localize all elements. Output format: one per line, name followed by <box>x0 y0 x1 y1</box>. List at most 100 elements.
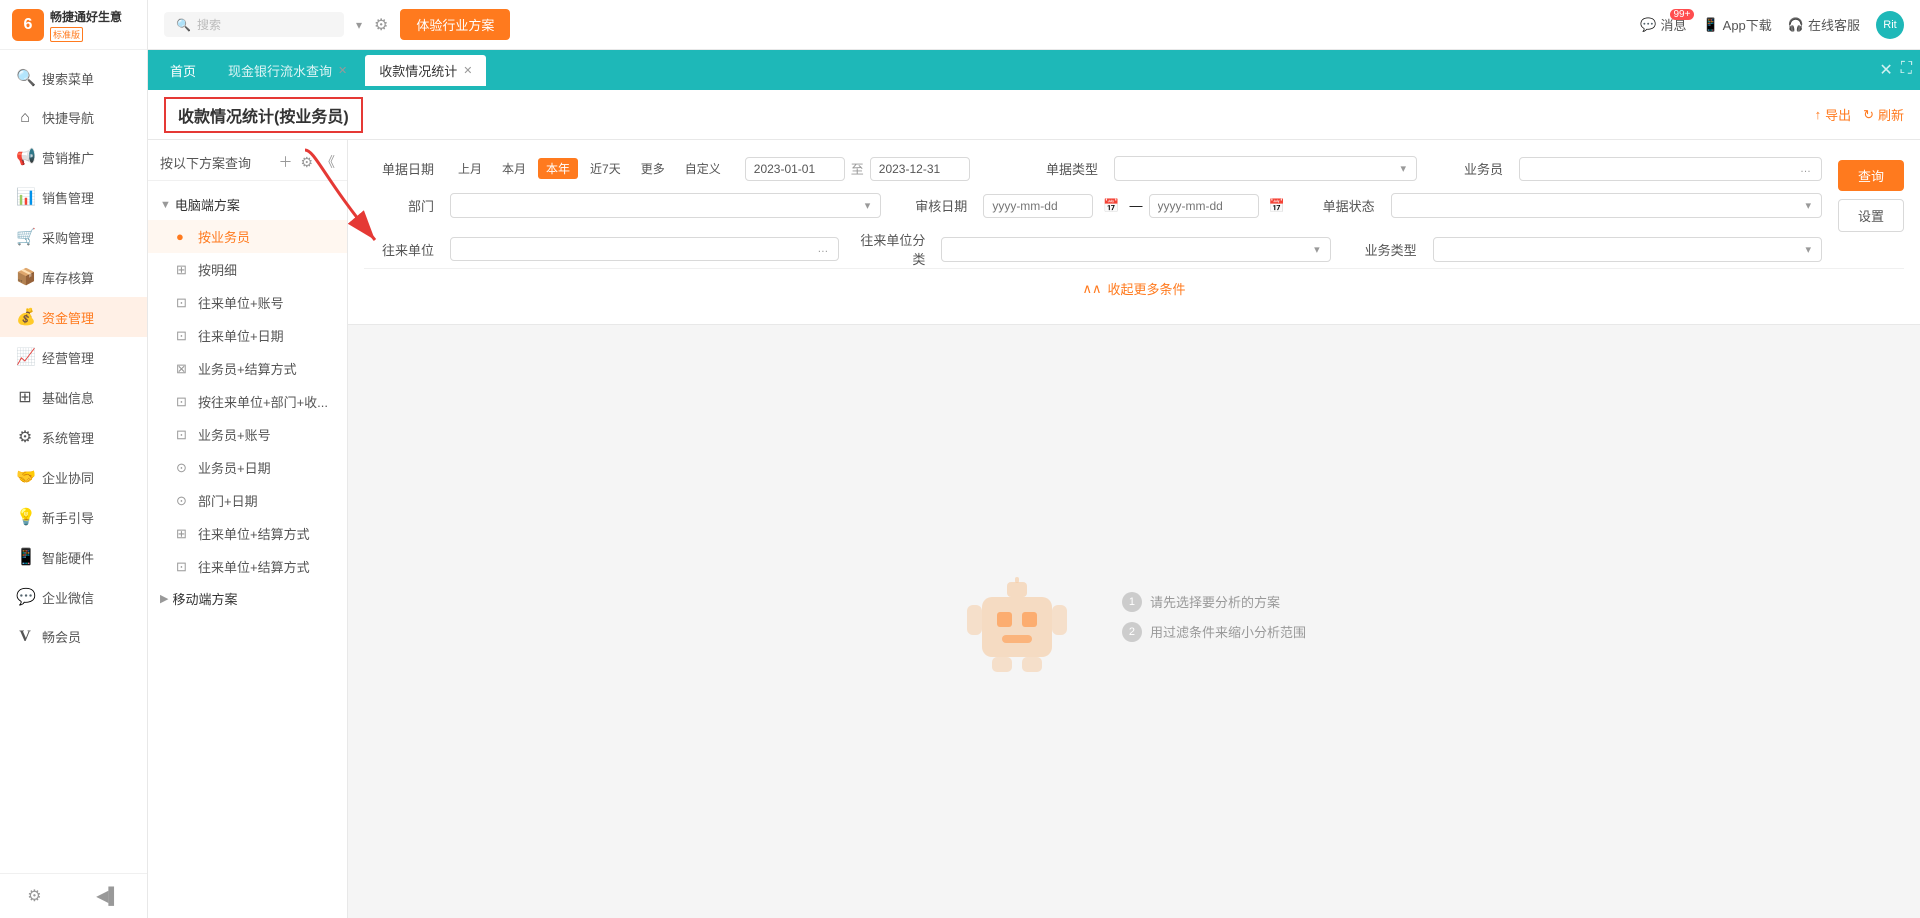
scheme-counterpart-dept[interactable]: ⊡ 按往来单位+部门+收... <box>148 385 347 418</box>
settings-button[interactable]: 设置 <box>1838 199 1904 232</box>
tab-home[interactable]: 首页 <box>156 55 210 86</box>
topbar-search[interactable]: 🔍 搜索 <box>164 12 344 37</box>
search-topbar-icon: 🔍 <box>176 18 191 32</box>
page-title: 收款情况统计(按业务员) <box>164 97 363 133</box>
date-from-input[interactable] <box>745 157 845 181</box>
tab-receipt-label: 收款情况统计 <box>379 61 457 80</box>
dept-chevron-icon: ▾ <box>865 199 871 212</box>
logo-name: 畅捷通好生意 <box>50 8 122 25</box>
collapse-label: 收起更多条件 <box>1108 279 1186 298</box>
sidebar-item-label: 资金管理 <box>42 308 94 327</box>
doc-status-label: 单据状态 <box>1305 196 1375 215</box>
collapse-panel-icon[interactable]: 《 <box>321 152 335 172</box>
dept-select[interactable]: ▾ <box>450 193 881 218</box>
tab-receipt[interactable]: 收款情况统计 ✕ <box>365 55 486 86</box>
scheme-by-salesperson[interactable]: ● 按业务员 <box>148 220 347 253</box>
export-icon: ↑ <box>1815 107 1822 122</box>
scheme-salesperson-date[interactable]: ⊙ 业务员+日期 <box>148 451 347 484</box>
sidebar-item-wechat[interactable]: 💬 企业微信 <box>0 577 147 617</box>
scheme-counterpart-account[interactable]: ⊡ 往来单位+账号 <box>148 286 347 319</box>
mobile-group-header[interactable]: ▶ 移动端方案 <box>148 583 347 614</box>
review-date-from-input[interactable] <box>983 194 1093 218</box>
sidebar-item-finance[interactable]: 💰 资金管理 <box>0 297 147 337</box>
doc-status-select[interactable]: ▾ <box>1391 193 1822 218</box>
sidebar-item-sales[interactable]: 📊 销售管理 <box>0 177 147 217</box>
desktop-group-header[interactable]: ▼ 电脑端方案 <box>148 189 347 220</box>
sidebar-item-label: 库存核算 <box>42 268 94 287</box>
counterpart-select[interactable]: … <box>450 237 839 261</box>
collapse-bar[interactable]: ∧∧ 收起更多条件 <box>364 268 1904 308</box>
scheme-counterpart-settle1[interactable]: ⊞ 往来单位+结算方式 <box>148 517 347 550</box>
sidebar-item-operations[interactable]: 📈 经营管理 <box>0 337 147 377</box>
salesperson-select[interactable]: … <box>1519 157 1822 181</box>
download-icon: 📱 <box>1702 17 1718 33</box>
sidebar-item-guide[interactable]: 💡 新手引导 <box>0 497 147 537</box>
topbar-right: 💬 消息 99+ 📱 App下载 🎧 在线客服 Rit <box>1640 11 1904 39</box>
doc-type-select[interactable]: ▾ <box>1114 156 1417 181</box>
sidebar-item-system[interactable]: ⚙ 系统管理 <box>0 417 147 457</box>
scheme-by-detail[interactable]: ⊞ 按明细 <box>148 253 347 286</box>
query-button[interactable]: 查询 <box>1838 160 1904 191</box>
trial-button[interactable]: 体验行业方案 <box>400 9 510 40</box>
doc-status-chevron-icon: ▾ <box>1805 199 1811 212</box>
scheme-icon: ⊙ <box>176 493 192 509</box>
date-to-input[interactable] <box>870 157 970 181</box>
collapse-sidebar-icon[interactable]: ◀▌ <box>96 886 120 906</box>
maximize-window-icon[interactable]: ⛶ <box>1901 60 1912 80</box>
settings-gear-icon[interactable]: ⚙ <box>27 886 41 906</box>
scheme-salesperson-settlement[interactable]: ⊠ 业务员+结算方式 <box>148 352 347 385</box>
date-tab-custom[interactable]: 自定义 <box>677 158 729 179</box>
scheme-icon: ⊞ <box>176 262 192 278</box>
filter-row-date: 单据日期 上月 本月 本年 近7天 更多 自定义 <box>364 156 1822 181</box>
date-shortcuts: 上月 本月 本年 近7天 更多 自定义 <box>450 158 729 179</box>
sidebar-item-marketing[interactable]: 📢 营销推广 <box>0 137 147 177</box>
doc-type-chevron-icon: ▾ <box>1400 162 1406 175</box>
business-type-select[interactable]: ▾ <box>1433 237 1822 262</box>
sidebar-item-label: 企业微信 <box>42 588 94 607</box>
scheme-counterpart-date[interactable]: ⊡ 往来单位+日期 <box>148 319 347 352</box>
scheme-icon: ⊡ <box>176 559 192 575</box>
sidebar-item-member[interactable]: V 畅会员 <box>0 617 147 656</box>
sidebar-item-basic[interactable]: ⊞ 基础信息 <box>0 377 147 417</box>
logo-text-block: 畅捷通好生意 标准版 <box>50 8 122 42</box>
online-service-btn[interactable]: 🎧 在线客服 <box>1788 15 1860 34</box>
messages-button[interactable]: 💬 消息 99+ <box>1640 15 1686 34</box>
scheme-salesperson-account[interactable]: ⊡ 业务员+账号 <box>148 418 347 451</box>
counterpart-category-select[interactable]: ▾ <box>941 237 1330 262</box>
export-button[interactable]: ↑ 导出 <box>1815 105 1852 124</box>
date-tab-7days[interactable]: 近7天 <box>582 158 629 179</box>
sidebar-item-hardware[interactable]: 📱 智能硬件 <box>0 537 147 577</box>
tab-bank-close-icon[interactable]: ✕ <box>338 64 347 77</box>
salesperson-label: 业务员 <box>1433 159 1503 178</box>
scheme-icon: ● <box>176 229 192 244</box>
settings-scheme-icon[interactable]: ⚙ <box>300 154 313 171</box>
user-avatar[interactable]: Rit <box>1876 11 1904 39</box>
date-tab-more[interactable]: 更多 <box>633 158 673 179</box>
review-date-to-input[interactable] <box>1149 194 1259 218</box>
sidebar-item-search[interactable]: 🔍 搜索菜单 <box>0 58 147 98</box>
sidebar-item-purchase[interactable]: 🛒 采购管理 <box>0 217 147 257</box>
date-tab-thisyear[interactable]: 本年 <box>538 158 578 179</box>
scheme-label: 往来单位+结算方式 <box>198 524 310 543</box>
add-scheme-icon[interactable]: ＋ <box>278 152 292 172</box>
sidebar-item-label: 新手引导 <box>42 508 94 527</box>
sidebar: 6 畅捷通好生意 标准版 🔍 搜索菜单 ⌂ 快捷导航 📢 营销推广 📊 销售管理… <box>0 0 148 918</box>
scheme-counterpart-settle2[interactable]: ⊡ 往来单位+结算方式 <box>148 550 347 583</box>
close-window-icon[interactable]: ✕ <box>1879 60 1892 80</box>
scheme-label: 按往来单位+部门+收... <box>198 392 328 411</box>
sidebar-item-cooperation[interactable]: 🤝 企业协同 <box>0 457 147 497</box>
date-tab-lastmonth[interactable]: 上月 <box>450 158 490 179</box>
counterpart-category-chevron-icon: ▾ <box>1314 243 1320 256</box>
message-icon: 💬 <box>1640 17 1656 33</box>
sidebar-item-inventory[interactable]: 📦 库存核算 <box>0 257 147 297</box>
tab-receipt-close-icon[interactable]: ✕ <box>463 64 472 77</box>
scheme-dept-date[interactable]: ⊙ 部门+日期 <box>148 484 347 517</box>
topbar-gear-icon[interactable]: ⚙ <box>374 15 388 35</box>
app-download-btn[interactable]: 📱 App下载 <box>1702 15 1771 34</box>
refresh-button[interactable]: ↻ 刷新 <box>1863 105 1904 124</box>
doc-type-label: 单据类型 <box>1028 159 1098 178</box>
tab-bank[interactable]: 现金银行流水查询 ✕ <box>214 55 361 86</box>
sidebar-item-quicknav[interactable]: ⌂ 快捷导航 <box>0 98 147 137</box>
topbar-chevron-icon[interactable]: ▾ <box>356 18 362 32</box>
date-tab-thismonth[interactable]: 本月 <box>494 158 534 179</box>
